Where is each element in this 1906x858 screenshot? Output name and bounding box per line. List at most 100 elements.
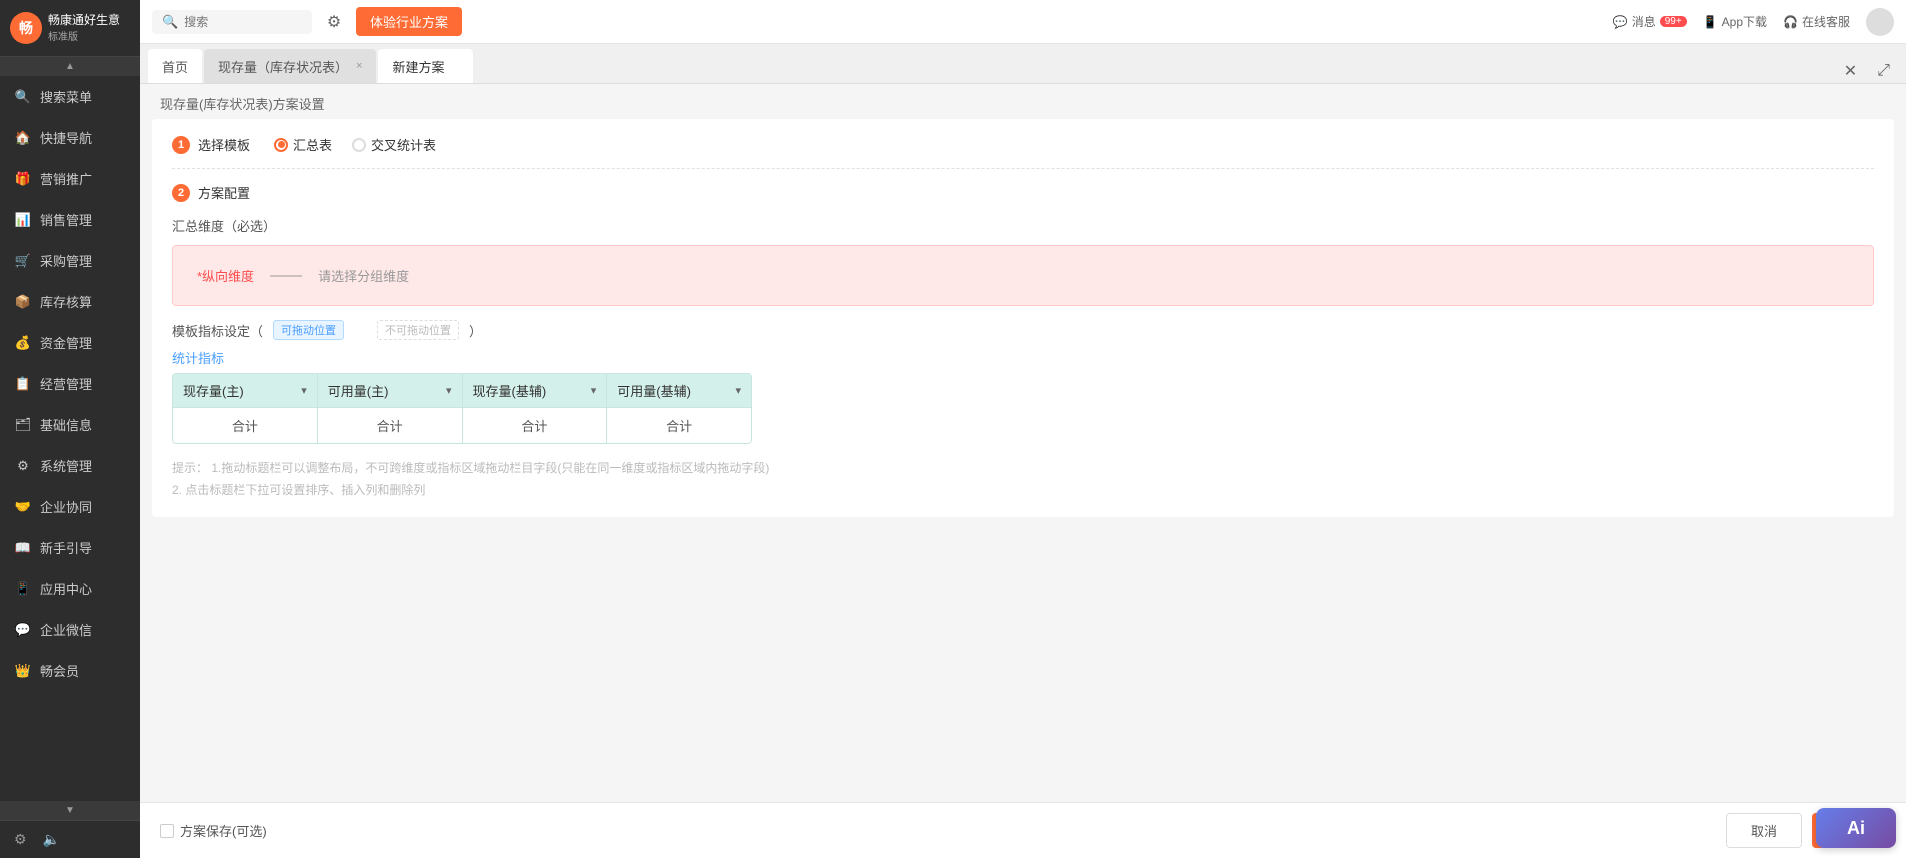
sidebar-item-basic-info[interactable]: 🗂 基础信息 (0, 404, 140, 445)
sidebar-item-label: 企业微信 (40, 620, 92, 639)
close-window-icon[interactable]: ✕ (1838, 59, 1863, 83)
search-icon: 🔍 (162, 14, 178, 30)
sidebar-item-purchase[interactable]: 🛒 采购管理 (0, 240, 140, 281)
hint-item-1: 2. 点击标题栏下拉可设置排序、插入列和删除列 (172, 480, 1874, 502)
stats-col-1: 可用量(主) ▾ 合计 (318, 374, 463, 443)
online-service-button[interactable]: 🎧 在线客服 (1783, 13, 1850, 30)
radio-cross-label: 交叉统计表 (371, 135, 436, 154)
gear-icon[interactable]: ⚙ (320, 8, 348, 36)
trial-button[interactable]: 体验行业方案 (356, 7, 462, 36)
sidebar-item-label: 新手引导 (40, 538, 92, 557)
sidebar-item-enterprise[interactable]: 🤝 企业协同 (0, 486, 140, 527)
stats-col-body-2: 合计 (463, 408, 607, 443)
step1-divider (172, 168, 1874, 169)
sidebar-item-operations[interactable]: 📋 经营管理 (0, 363, 140, 404)
chevron-down-icon-2: ▾ (591, 384, 597, 397)
sidebar-bottom: ⚙ 🔈 (0, 820, 140, 858)
template-radio-group: 汇总表 交叉统计表 (274, 135, 436, 154)
finance-icon: 💰 (14, 334, 32, 352)
online-service-label: 在线客服 (1802, 13, 1850, 30)
main-area: 🔍 ⚙ 体验行业方案 💬 消息 99+ 📱 App下载 🎧 在线客服 首页 (140, 0, 1906, 858)
sidebar-item-marketing[interactable]: 🎁 营销推广 (0, 158, 140, 199)
tab-home-label: 首页 (162, 57, 188, 76)
step1-card: 1 选择模板 汇总表 交叉统计表 2 方案配置 (152, 119, 1894, 517)
sound-icon[interactable]: 🔈 (43, 831, 60, 848)
dimension-area: *纵向维度 —— 请选择分组维度 (172, 245, 1874, 306)
step1-label: 选择模板 (198, 135, 250, 154)
tab-home[interactable]: 首页 (148, 49, 202, 83)
tab-inventory-status-label: 现存量（库存状况表） (218, 57, 348, 76)
stats-col-body-3: 合计 (607, 408, 751, 443)
step2-header: 2 方案配置 (172, 183, 1874, 202)
sidebar-scroll-down[interactable]: ▼ (0, 801, 140, 820)
sidebar-item-new-guide[interactable]: 📖 新手引导 (0, 527, 140, 568)
sidebar-nav: 🔍 搜索菜单 🏠 快捷导航 🎁 营销推广 📊 销售管理 🛒 采购管理 📦 库存核… (0, 76, 140, 801)
chevron-down-icon-1: ▾ (446, 384, 452, 397)
step2-num: 2 (172, 184, 190, 202)
cancel-button[interactable]: 取消 (1726, 813, 1802, 848)
search-box[interactable]: 🔍 (152, 10, 312, 34)
enterprise-icon: 🤝 (14, 498, 32, 516)
sidebar-item-search-menu[interactable]: 🔍 搜索菜单 (0, 76, 140, 117)
inventory-icon: 📦 (14, 293, 32, 311)
phone-icon: 📱 (1703, 15, 1718, 29)
sidebar-item-label: 基础信息 (40, 415, 92, 434)
message-icon: 💬 (1613, 15, 1628, 29)
hint-item-0: 提示： 1.拖动标题栏可以调整布局，不可跨维度或指标区域拖动栏目字段(只能在同一… (172, 458, 1874, 480)
sidebar-item-wechat[interactable]: 💬 企业微信 (0, 609, 140, 650)
stats-col-2: 现存量(基辅) ▾ 合计 (463, 374, 608, 443)
tab-new-plan[interactable]: 新建方案 × (378, 49, 472, 83)
sidebar-item-finance[interactable]: 💰 资金管理 (0, 322, 140, 363)
stats-col-header-0[interactable]: 现存量(主) ▾ (173, 374, 317, 408)
expand-window-icon[interactable]: ⤢ (1871, 60, 1896, 82)
sidebar-item-vip[interactable]: 👑 畅会员 (0, 650, 140, 691)
sidebar-scroll-up[interactable]: ▲ (0, 57, 140, 76)
app-name: 畅康通好生意 (48, 13, 120, 29)
ai-fab-button[interactable]: Ai (1816, 808, 1896, 848)
app-logo: 畅 畅康通好生意 标准版 (0, 0, 140, 57)
sidebar: 畅 畅康通好生意 标准版 ▲ 🔍 搜索菜单 🏠 快捷导航 🎁 营销推广 📊 销售… (0, 0, 140, 858)
sales-icon: 📊 (14, 211, 32, 229)
app-download-label: App下载 (1722, 13, 1767, 30)
hints: 提示： 1.拖动标题栏可以调整布局，不可跨维度或指标区域拖动栏目字段(只能在同一… (172, 458, 1874, 501)
sidebar-item-app-center[interactable]: 📱 应用中心 (0, 568, 140, 609)
tab-new-plan-close[interactable]: × (452, 60, 458, 72)
stats-section-label: 统计指标 (172, 348, 1874, 367)
app-edition: 标准版 (48, 28, 120, 43)
quick-nav-icon: 🏠 (14, 129, 32, 147)
tab-inventory-status[interactable]: 现存量（库存状况表） × (204, 49, 376, 83)
stats-col-header-3[interactable]: 可用量(基辅) ▾ (607, 374, 751, 408)
sidebar-item-sales[interactable]: 📊 销售管理 (0, 199, 140, 240)
radio-cross[interactable]: 交叉统计表 (352, 135, 436, 154)
ai-label: Ai (1847, 818, 1865, 839)
save-checkbox[interactable] (160, 824, 174, 838)
dimension-placeholder[interactable]: 请选择分组维度 (318, 266, 409, 285)
message-button[interactable]: 💬 消息 99+ (1613, 13, 1687, 30)
vip-icon: 👑 (14, 662, 32, 680)
tab-inventory-status-close[interactable]: × (356, 60, 362, 72)
search-input[interactable] (184, 15, 284, 29)
tab-new-plan-label: 新建方案 (392, 57, 444, 76)
settings-icon[interactable]: ⚙ (14, 831, 27, 848)
radio-summary-circle (274, 138, 288, 152)
logo-icon: 畅 (10, 12, 42, 44)
radio-summary[interactable]: 汇总表 (274, 135, 332, 154)
sidebar-item-label: 快捷导航 (40, 128, 92, 147)
stats-col-body-1: 合计 (318, 408, 462, 443)
sidebar-item-label: 企业协同 (40, 497, 92, 516)
purchase-icon: 🛒 (14, 252, 32, 270)
sidebar-item-quick-nav[interactable]: 🏠 快捷导航 (0, 117, 140, 158)
topbar-right: 💬 消息 99+ 📱 App下载 🎧 在线客服 (1613, 8, 1894, 36)
system-icon: ⚙ (14, 457, 32, 475)
stats-col-header-2[interactable]: 现存量(基辅) ▾ (463, 374, 607, 408)
radio-summary-label: 汇总表 (293, 135, 332, 154)
sidebar-item-inventory[interactable]: 📦 库存核算 (0, 281, 140, 322)
window-controls: ✕ ⤢ (1838, 59, 1906, 83)
app-download-button[interactable]: 📱 App下载 (1703, 13, 1767, 30)
user-avatar[interactable] (1866, 8, 1894, 36)
stats-col-header-1[interactable]: 可用量(主) ▾ (318, 374, 462, 408)
sidebar-item-label: 搜索菜单 (40, 87, 92, 106)
sidebar-item-system[interactable]: ⚙ 系统管理 (0, 445, 140, 486)
sidebar-item-label: 资金管理 (40, 333, 92, 352)
sidebar-item-label: 应用中心 (40, 579, 92, 598)
